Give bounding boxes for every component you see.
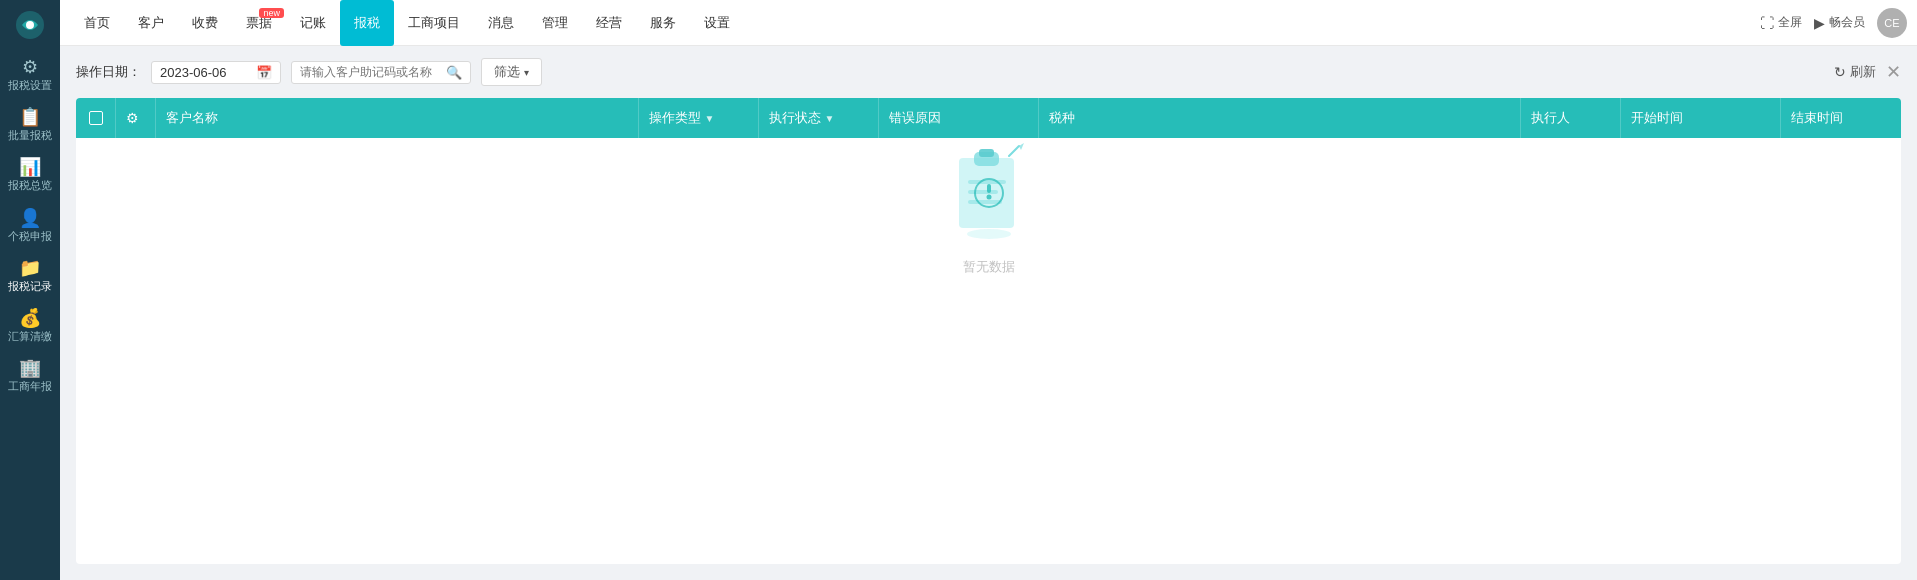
toolbar: 操作日期： 📅 🔍 筛选 ▾ ↻ 刷新 ✕ [60,46,1917,98]
sidebar-item-baoshui-zonlan[interactable]: 📊 报税总览 [0,150,60,200]
date-label: 操作日期： [76,63,141,81]
nav-fuwu[interactable]: 服务 [636,0,690,46]
refresh-icon: ↻ [1834,64,1846,80]
table-body: 暂无数据 [76,138,1901,564]
date-input[interactable] [160,65,250,80]
th-end-time: 结束时间 [1781,98,1901,138]
search-input[interactable] [300,65,440,79]
nav-xiaoxi[interactable]: 消息 [474,0,528,46]
close-button[interactable]: ✕ [1886,63,1901,81]
fullscreen-button[interactable]: ⛶ 全屏 [1760,14,1802,31]
sidebar-item-baoshui-jilu[interactable]: 📁 报税记录 [0,251,60,301]
empty-state: 暂无数据 [76,138,1901,276]
table-container: ⚙ 客户名称 操作类型 ▼ 执行状态 ▼ 错误原因 [76,98,1901,564]
filter-button[interactable]: 筛选 ▾ [481,58,542,86]
th-checkbox[interactable] [76,98,116,138]
sort-icon: ▼ [825,113,835,124]
main-area: 首页 客户 收费 票据 new 记账 报税 工商项目 消息 [60,0,1917,580]
th-customer-name: 客户名称 [156,98,639,138]
sidebar-item-gongshang-nianbao[interactable]: 🏢 工商年报 [0,351,60,401]
empty-text: 暂无数据 [963,258,1015,276]
topnav-right: ⛶ 全屏 ▶ 畅会员 CE [1760,8,1907,38]
sidebar-item-label: 工商年报 [8,380,52,393]
nav-items: 首页 客户 收费 票据 new 记账 报税 工商项目 消息 [70,0,1760,46]
nav-gongshang-xiangmu[interactable]: 工商项目 [394,0,474,46]
th-settings: ⚙ [116,98,156,138]
svg-rect-9 [987,184,991,193]
sidebar-item-label: 个税申报 [8,230,52,243]
nav-home[interactable]: 首页 [70,0,124,46]
nav-jingying[interactable]: 经营 [582,0,636,46]
th-executor: 执行人 [1521,98,1621,138]
svg-rect-4 [979,149,994,157]
sort-icon: ▼ [705,113,715,124]
member-button[interactable]: ▶ 畅会员 [1814,14,1865,31]
search-wrap: 🔍 [291,61,471,84]
svg-point-10 [986,195,991,200]
page-body: 操作日期： 📅 🔍 筛选 ▾ ↻ 刷新 ✕ [60,46,1917,580]
fullscreen-icon: ⛶ [1760,15,1774,31]
topnav: 首页 客户 收费 票据 new 记账 报税 工商项目 消息 [60,0,1917,46]
nav-shezhi[interactable]: 设置 [690,0,744,46]
person-icon: 👤 [19,209,41,227]
nav-shoufei[interactable]: 收费 [178,0,232,46]
sidebar-item-huisuan-jiaona[interactable]: 💰 汇算清缴 [0,301,60,351]
svg-rect-6 [968,190,998,194]
svg-marker-12 [1019,143,1024,150]
th-exec-status[interactable]: 执行状态 ▼ [759,98,879,138]
svg-point-1 [26,21,34,29]
sidebar: ⚙ 报税设置 📋 批量报税 📊 报税总览 👤 个税申报 📁 报税记录 💰 汇算清… [0,0,60,580]
refresh-button[interactable]: ↻ 刷新 [1834,63,1876,81]
user-avatar[interactable]: CE [1877,8,1907,38]
annual-report-icon: 🏢 [19,359,41,377]
date-input-wrap: 📅 [151,61,281,84]
record-icon: 📁 [19,259,41,277]
sidebar-item-label: 汇算清缴 [8,330,52,343]
sidebar-item-label: 报税设置 [8,79,52,92]
select-all-checkbox[interactable] [89,111,103,125]
nav-guanli[interactable]: 管理 [528,0,582,46]
th-tax-type: 税种 [1039,98,1522,138]
sidebar-item-geshui-shenbao[interactable]: 👤 个税申报 [0,201,60,251]
nav-piaoju[interactable]: 票据 new [232,0,286,46]
th-start-time: 开始时间 [1621,98,1781,138]
nav-baoshui[interactable]: 报税 [340,0,394,46]
sidebar-item-piliang-baoshui[interactable]: 📋 批量报税 [0,100,60,150]
th-operation-type[interactable]: 操作类型 ▼ [639,98,759,138]
sidebar-item-label: 报税记录 [8,280,52,293]
overview-icon: 📊 [19,158,41,176]
empty-illustration [944,138,1034,248]
chevron-down-icon: ▾ [524,67,529,78]
th-error-reason: 错误原因 [879,98,1039,138]
svg-point-13 [967,229,1011,239]
settings-icon: ⚙ [22,58,38,76]
search-icon[interactable]: 🔍 [446,65,462,80]
table-header: ⚙ 客户名称 操作类型 ▼ 执行状态 ▼ 错误原因 [76,98,1901,138]
sidebar-item-label: 批量报税 [8,129,52,142]
nav-customer[interactable]: 客户 [124,0,178,46]
calendar-icon: 📅 [256,65,272,80]
batch-icon: 📋 [19,108,41,126]
member-icon: ▶ [1814,15,1825,31]
content-area: 操作日期： 📅 🔍 筛选 ▾ ↻ 刷新 ✕ [60,46,1917,580]
sidebar-item-label: 报税总览 [8,179,52,192]
payment-icon: 💰 [19,309,41,327]
nav-jizhang[interactable]: 记账 [286,0,340,46]
new-badge: new [259,8,284,18]
svg-line-11 [1009,146,1019,156]
column-settings-icon[interactable]: ⚙ [126,110,139,126]
sidebar-item-baoshui-shezhi[interactable]: ⚙ 报税设置 [0,50,60,100]
sidebar-logo [0,0,60,50]
